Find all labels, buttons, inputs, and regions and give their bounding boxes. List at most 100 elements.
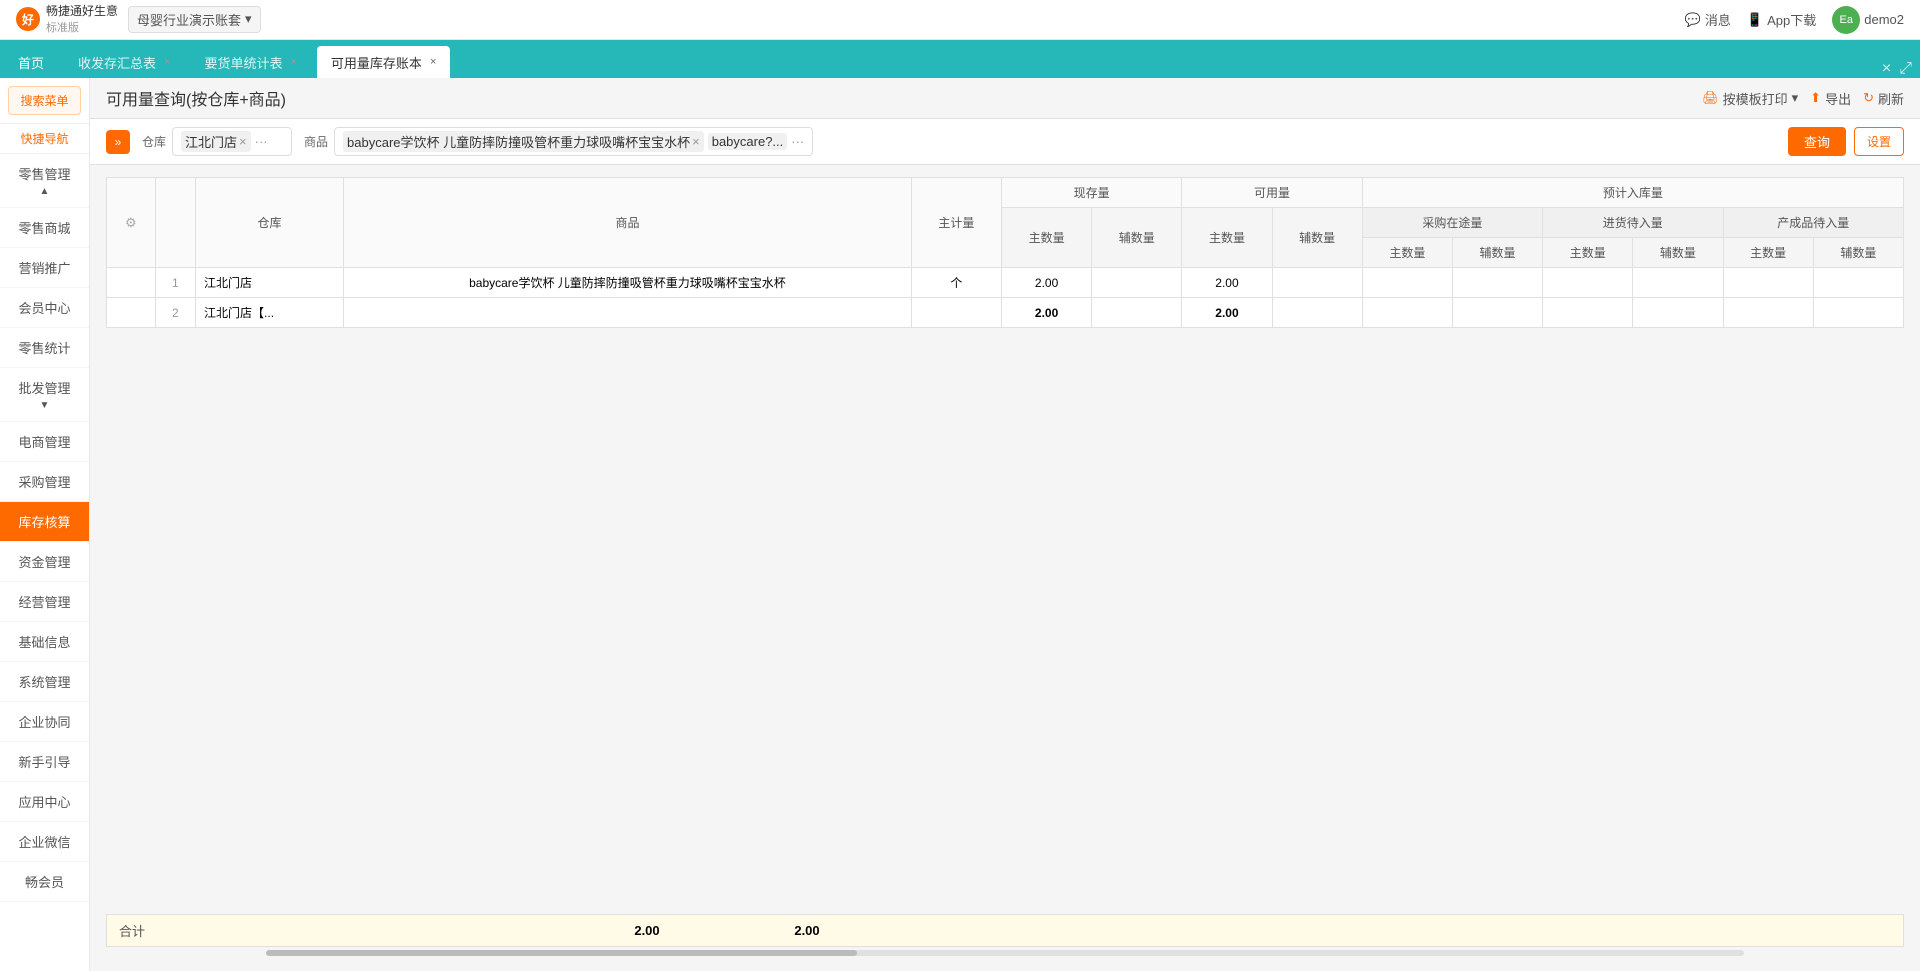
goods-more-icon[interactable]: ··· (791, 134, 804, 149)
footer-stock-main: 2.00 (607, 923, 687, 938)
message-button[interactable]: 💬 消息 (1685, 10, 1731, 29)
search-menu-button[interactable]: 搜索菜单 (8, 86, 81, 115)
sidebar-item-vip-label: 畅会员 (25, 872, 64, 891)
col-no-header (155, 178, 195, 268)
export-icon: ⬆ (1810, 90, 1821, 106)
settings-button[interactable]: 设置 (1854, 127, 1904, 156)
maximize-window-icon[interactable]: ⤢ (1899, 60, 1912, 78)
col-settings-header: ⚙ (107, 178, 156, 268)
tab-inventory-close[interactable]: × (430, 56, 436, 68)
sidebar-item-wholesale[interactable]: 批发管理 ▼ (0, 368, 89, 422)
table-row: 2 江北门店【... 2.00 2.00 (107, 298, 1904, 328)
sidebar-item-wechat[interactable]: 企业微信 (0, 822, 89, 862)
sidebar-item-member[interactable]: 会员中心 (0, 288, 89, 328)
tab-order[interactable]: 要货单统计表 × (190, 46, 310, 78)
industry-selector[interactable]: 母婴行业演示账套 ▾ (128, 6, 261, 33)
quick-nav-button[interactable]: 快捷导航 (0, 124, 89, 154)
sidebar-search-area: 搜索菜单 (0, 78, 89, 124)
col-purchase-aux-header: 辅数量 (1452, 238, 1542, 268)
warehouse-tag-remove[interactable]: × (239, 134, 247, 149)
refresh-button[interactable]: ↻ 刷新 (1863, 89, 1904, 108)
sidebar-item-wholesale-label: 批发管理 (18, 378, 70, 397)
row2-no: 2 (155, 298, 195, 328)
print-button[interactable]: 🖨 按模板打印 ▾ (1702, 89, 1798, 108)
filter-toggle-button[interactable]: » (106, 130, 130, 154)
row2-purchase-main (1362, 298, 1452, 328)
col-product-main-header: 主数量 (1723, 238, 1813, 268)
row1-incoming-main (1543, 268, 1633, 298)
row1-no: 1 (155, 268, 195, 298)
sidebar-item-retail-label: 零售管理 (18, 164, 70, 183)
sidebar-item-shop-label: 零售商城 (18, 218, 70, 237)
tab-order-close[interactable]: × (290, 56, 296, 68)
sidebar-item-marketing[interactable]: 营销推广 (0, 248, 89, 288)
row1-product-aux (1813, 268, 1903, 298)
warehouse-filter-input[interactable]: 江北门店 × ··· (172, 127, 292, 156)
nav-tabs-right: × ⤢ (1882, 60, 1920, 78)
top-bar-left: 好 畅捷通好生意 标准版 母婴行业演示账套 ▾ (16, 4, 261, 34)
chevron-icon-retail: ▲ (40, 186, 50, 197)
col-incoming-aux-header: 辅数量 (1633, 238, 1723, 268)
download-button[interactable]: 📱 App下载 (1747, 10, 1816, 29)
export-button[interactable]: ⬆ 导出 (1810, 89, 1851, 108)
row2-unit (911, 298, 1001, 328)
chevron-icon-wholesale: ▼ (40, 400, 50, 411)
logo-area: 好 畅捷通好生意 标准版 (16, 4, 118, 34)
tab-receive[interactable]: 收发存汇总表 × (64, 46, 184, 78)
row2-incoming-main (1543, 298, 1633, 328)
sidebar-item-ecommerce[interactable]: 电商管理 (0, 422, 89, 462)
sidebar-item-business-label: 经营管理 (18, 592, 70, 611)
sidebar-item-basic[interactable]: 基础信息 (0, 622, 89, 662)
scrollbar-thumb[interactable] (266, 950, 857, 956)
col-purchase-transit-header: 采购在途量 (1362, 208, 1542, 238)
data-table: ⚙ 仓库 商品 主计量 现存量 可用量 预计入库量 主数量 辅数量 主数量 辅数… (106, 177, 1904, 328)
col-stock-group-header: 现存量 (1002, 178, 1182, 208)
username: demo2 (1864, 12, 1904, 27)
warehouse-tag-value: 江北门店 (185, 132, 237, 151)
col-unit-header: 主计量 (911, 178, 1001, 268)
goods-tag-1-remove[interactable]: × (692, 134, 700, 149)
page-actions: 🖨 按模板打印 ▾ ⬆ 导出 ↻ 刷新 (1702, 89, 1904, 108)
sidebar-item-purchase-label: 采购管理 (18, 472, 70, 491)
sidebar-item-finance[interactable]: 资金管理 (0, 542, 89, 582)
sidebar-item-stats[interactable]: 零售统计 (0, 328, 89, 368)
refresh-icon: ↻ (1863, 90, 1874, 106)
sidebar-item-system[interactable]: 系统管理 (0, 662, 89, 702)
settings-col-icon[interactable]: ⚙ (125, 215, 137, 230)
sidebar-item-corp-label: 企业协同 (18, 712, 70, 731)
query-button[interactable]: 查询 (1788, 127, 1846, 156)
user-area[interactable]: Ea demo2 (1832, 6, 1904, 34)
row1-goods: babycare学饮杯 儿童防摔防撞吸管杯重力球吸嘴杯宝宝水杯 (344, 268, 912, 298)
sidebar-item-newbie[interactable]: 新手引导 (0, 742, 89, 782)
goods-tag-2-value: babycare?... (712, 134, 784, 149)
close-window-icon[interactable]: × (1882, 60, 1891, 78)
sidebar-item-finance-label: 资金管理 (18, 552, 70, 571)
tab-receive-close[interactable]: × (164, 56, 170, 68)
row2-goods (344, 298, 912, 328)
sidebar-item-inventory[interactable]: 库存核算 (0, 502, 89, 542)
sidebar: 搜索菜单 快捷导航 零售管理 ▲ 零售商城 营销推广 会员中心 零售统计 批发管… (0, 78, 90, 971)
table-row: 1 江北门店 babycare学饮杯 儿童防摔防撞吸管杯重力球吸嘴杯宝宝水杯 个… (107, 268, 1904, 298)
row1-avail-main: 2.00 (1182, 268, 1272, 298)
sidebar-item-stats-label: 零售统计 (18, 338, 70, 357)
avatar: Ea (1832, 6, 1860, 34)
goods-filter-input[interactable]: babycare学饮杯 儿童防摔防撞吸管杯重力球吸嘴杯宝宝水杯 × babyca… (334, 127, 813, 156)
sidebar-item-retail[interactable]: 零售管理 ▲ (0, 154, 89, 208)
sidebar-item-shop[interactable]: 零售商城 (0, 208, 89, 248)
row2-avail-aux (1272, 298, 1362, 328)
tab-home[interactable]: 首页 (4, 46, 58, 78)
sidebar-item-corp[interactable]: 企业协同 (0, 702, 89, 742)
warehouse-more-icon[interactable]: ··· (255, 134, 268, 149)
warehouse-filter-label: 仓库 (142, 133, 166, 150)
message-icon: 💬 (1685, 12, 1701, 28)
page-header: 可用量查询(按仓库+商品) 🖨 按模板打印 ▾ ⬆ 导出 ↻ 刷新 (90, 78, 1920, 119)
top-bar: 好 畅捷通好生意 标准版 母婴行业演示账套 ▾ 💬 消息 📱 App下载 Ea … (0, 0, 1920, 40)
sidebar-item-inventory-label: 库存核算 (18, 512, 70, 531)
sidebar-item-business[interactable]: 经营管理 (0, 582, 89, 622)
sidebar-item-apps[interactable]: 应用中心 (0, 782, 89, 822)
sidebar-item-vip[interactable]: 畅会员 (0, 862, 89, 902)
print-icon: 🖨 (1702, 90, 1719, 106)
tab-inventory[interactable]: 可用量库存账本 × (317, 46, 450, 78)
sidebar-item-purchase[interactable]: 采购管理 (0, 462, 89, 502)
industry-label: 母婴行业演示账套 (137, 10, 241, 29)
